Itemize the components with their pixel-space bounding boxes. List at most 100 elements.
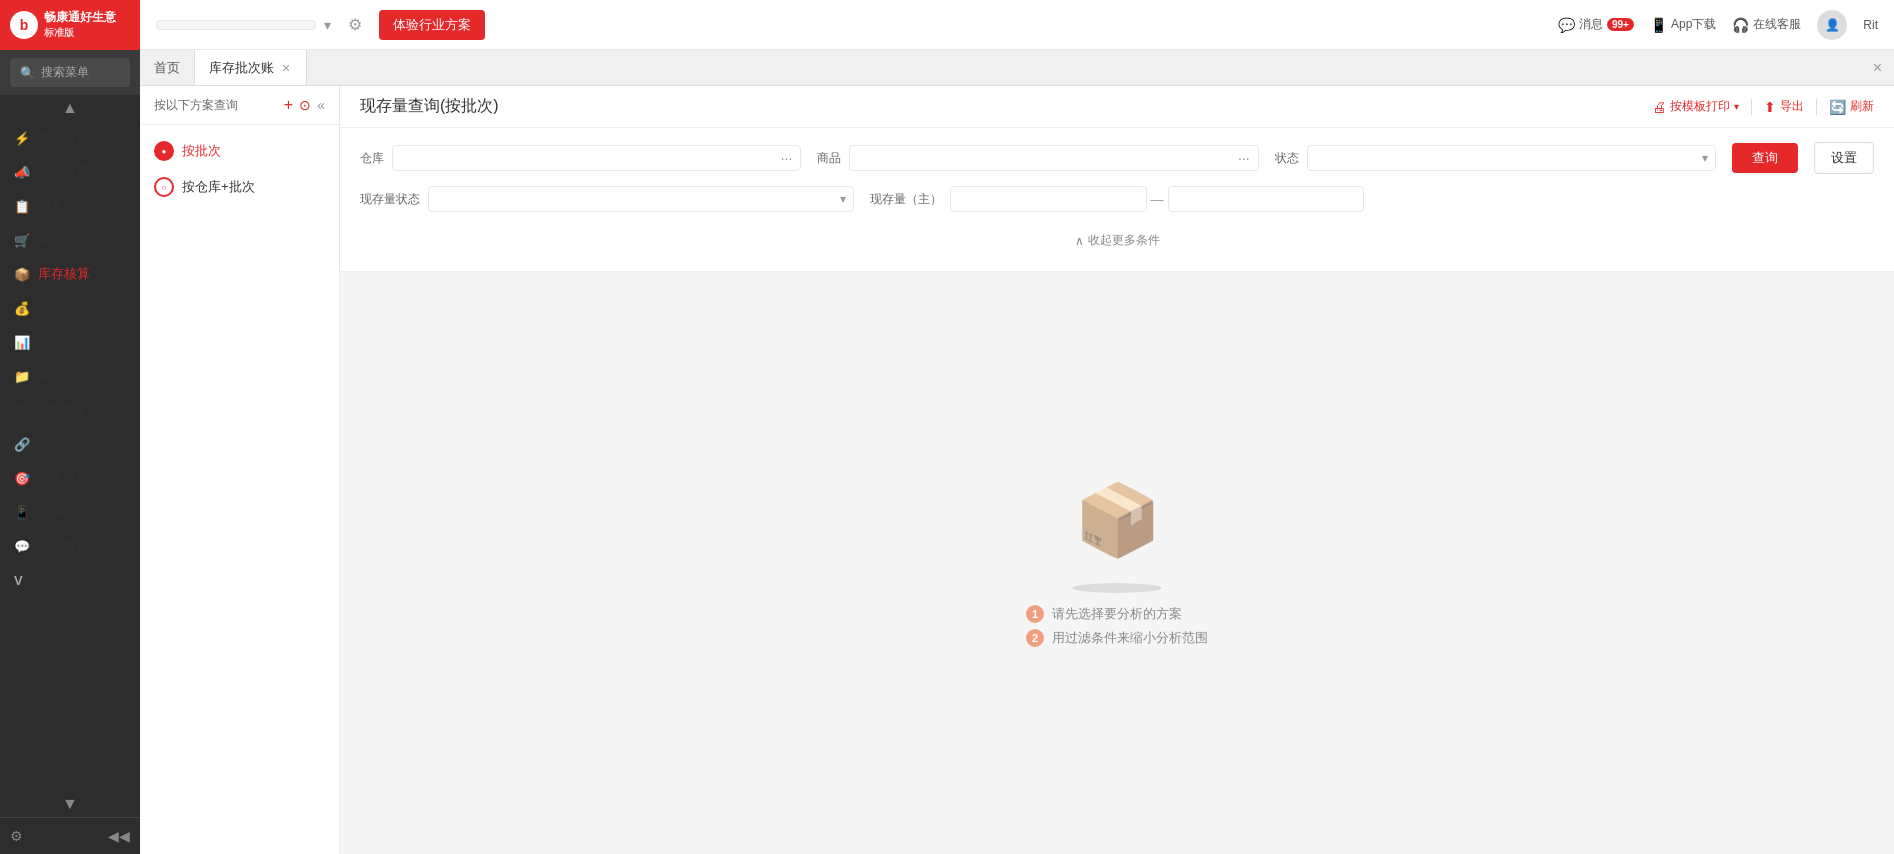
- product-more-icon[interactable]: ···: [1230, 150, 1258, 166]
- warehouse-input-wrapper: ···: [392, 145, 801, 171]
- status-select[interactable]: [1307, 145, 1716, 171]
- sidebar-footer-collapse-button[interactable]: ◀◀: [108, 828, 130, 844]
- app-download-action[interactable]: 📱 App下载: [1650, 16, 1716, 33]
- warehouse-filter-group: 仓库 ···: [360, 145, 801, 171]
- topbar-gear-button[interactable]: ⚙: [339, 9, 371, 41]
- inventory-status-select[interactable]: [428, 186, 854, 212]
- tab-panel-close-button[interactable]: ×: [1861, 59, 1894, 77]
- app-name-block: 畅康通好生意 标准版: [44, 10, 116, 40]
- sidebar-label-purchase: 采购管理: [38, 231, 90, 249]
- sidebar-item-finance[interactable]: 💰 资金管理: [0, 291, 140, 325]
- sidebar-label-basic: 基础信息: [38, 367, 90, 385]
- sidebar-item-enterprise[interactable]: 🔗 企业协同: [0, 427, 140, 461]
- sidebar-footer-settings-button[interactable]: ⚙: [10, 828, 23, 844]
- topbar-dropdown-button[interactable]: ▾: [324, 17, 331, 33]
- sidebar-label-finance: 资金管理: [38, 299, 90, 317]
- right-content: 现存量查询(按批次) 🖨 按模板打印 ▾ ⬆ 导出 🔄: [340, 86, 1894, 854]
- empty-state: 📦 1 请先选择要分析的方案 2 用过滤条件来缩小分析范围: [340, 272, 1894, 854]
- search-icon: 🔍: [20, 66, 35, 80]
- header-divider-1: [1751, 99, 1752, 115]
- sidebar-item-marketing[interactable]: 📣 营销推广: [0, 155, 140, 189]
- trial-button[interactable]: 体验行业方案: [379, 10, 485, 40]
- scheme-by-warehouse-batch[interactable]: ○ 按仓库+批次: [140, 169, 339, 205]
- refresh-label: 刷新: [1850, 98, 1874, 115]
- inventory-icon: 📦: [14, 267, 30, 282]
- collapse-icon: ∧: [1075, 234, 1084, 248]
- hint-1-text: 请先选择要分析的方案: [1052, 605, 1182, 623]
- sidebar-label-inventory: 库存核算: [38, 265, 90, 283]
- status-select-wrapper: ▾: [1307, 145, 1716, 171]
- message-action[interactable]: 💬 消息 99+: [1558, 16, 1634, 33]
- refresh-button[interactable]: 🔄 刷新: [1829, 98, 1874, 115]
- product-filter-group: 商品 ···: [817, 145, 1258, 171]
- sidebar-label-beginner: 新手引导: [38, 469, 90, 487]
- scheme-settings-button[interactable]: ⊙: [299, 96, 311, 114]
- main-area: ▾ ⚙ 体验行业方案 💬 消息 99+ 📱 App下载 🎧 在线客服 👤: [140, 0, 1894, 854]
- collapse-button[interactable]: ∧ 收起更多条件: [1075, 232, 1160, 249]
- settings-button[interactable]: 设置: [1814, 142, 1874, 174]
- operations-icon: 📊: [14, 335, 30, 350]
- search-menu-label: 搜索菜单: [41, 64, 89, 81]
- warehouse-input[interactable]: [393, 146, 773, 170]
- tab-home-label: 首页: [154, 59, 180, 77]
- tab-close-button[interactable]: ×: [280, 61, 292, 75]
- left-panel-actions: + ⊙ «: [284, 96, 325, 114]
- print-icon: 🖨: [1652, 99, 1666, 115]
- range-dash: —: [1151, 192, 1164, 207]
- sidebar-item-purchase[interactable]: 🛒 采购管理: [0, 223, 140, 257]
- system-icon: ⚙: [14, 403, 26, 418]
- quick-nav-icon: ⚡: [14, 131, 30, 146]
- sidebar-item-basic[interactable]: 📁 基础信息: [0, 359, 140, 393]
- panel-collapse-button[interactable]: «: [317, 96, 325, 114]
- warehouse-more-icon[interactable]: ···: [773, 150, 801, 166]
- topbar-search-display: [156, 20, 316, 30]
- scroll-down-button[interactable]: ▼: [0, 791, 140, 817]
- sidebar-label-enterprise-wechat: 企业微信: [38, 537, 90, 555]
- sidebar-item-system[interactable]: ⚙ 系统管理: [0, 393, 140, 427]
- tab-inventory-batch-label: 库存批次账: [209, 59, 274, 77]
- product-input[interactable]: [850, 146, 1230, 170]
- sidebar-item-sales[interactable]: 📋 销售管理: [0, 189, 140, 223]
- online-service-action[interactable]: 🎧 在线客服: [1732, 16, 1801, 33]
- sidebar-item-enterprise-wechat[interactable]: 💬 企业微信: [0, 529, 140, 563]
- scheme-by-batch-label: 按批次: [182, 142, 221, 160]
- status-filter-group: 状态 ▾: [1275, 145, 1716, 171]
- membership-icon: V: [14, 573, 23, 588]
- query-button[interactable]: 查询: [1732, 143, 1798, 173]
- hint-2-number: 2: [1026, 629, 1044, 647]
- marketing-icon: 📣: [14, 165, 30, 180]
- sidebar-label-enterprise: 企业协同: [38, 435, 90, 453]
- tab-home[interactable]: 首页: [140, 50, 195, 85]
- online-service-label: 在线客服: [1753, 16, 1801, 33]
- sidebar-item-inventory[interactable]: 📦 库存核算: [0, 257, 140, 291]
- tab-inventory-batch[interactable]: 库存批次账 ×: [195, 50, 307, 85]
- sidebar-item-operations[interactable]: 📊 经营管理: [0, 325, 140, 359]
- inventory-qty-min-input[interactable]: [950, 186, 1147, 212]
- sidebar-label-marketing: 营销推广: [38, 163, 90, 181]
- scheme-by-batch[interactable]: ● 按批次: [140, 133, 339, 169]
- scroll-up-button[interactable]: ▲: [0, 95, 140, 121]
- left-panel-title: 按以下方案查询: [154, 97, 238, 114]
- basic-icon: 📁: [14, 369, 30, 384]
- search-menu-button[interactable]: 🔍 搜索菜单: [10, 58, 130, 87]
- hint-1-number: 1: [1026, 605, 1044, 623]
- scheme-inactive-icon: ○: [154, 177, 174, 197]
- empty-shadow: [1072, 583, 1162, 593]
- sidebar-item-membership[interactable]: V 畅会员: [0, 563, 140, 597]
- empty-hint-1: 1 请先选择要分析的方案: [1026, 605, 1208, 623]
- sidebar-item-app-center[interactable]: 📱 应用中心: [0, 495, 140, 529]
- add-scheme-button[interactable]: +: [284, 96, 293, 114]
- sidebar-label-quick-nav: 快捷导航: [38, 129, 90, 147]
- print-button[interactable]: 🖨 按模板打印 ▾: [1652, 98, 1739, 115]
- inventory-status-label: 现存量状态: [360, 191, 420, 208]
- inventory-qty-max-input[interactable]: [1168, 186, 1365, 212]
- product-input-wrapper: ···: [849, 145, 1258, 171]
- collapse-label: 收起更多条件: [1088, 232, 1160, 249]
- export-label: 导出: [1780, 98, 1804, 115]
- sidebar-item-quick-nav[interactable]: ⚡ 快捷导航: [0, 121, 140, 155]
- sidebar-item-beginner[interactable]: 🎯 新手引导: [0, 461, 140, 495]
- export-button[interactable]: ⬆ 导出: [1764, 98, 1804, 115]
- app-download-label: App下载: [1671, 16, 1716, 33]
- inventory-qty-filter-group: 现存量（主） —: [870, 186, 1364, 212]
- user-avatar[interactable]: 👤: [1817, 10, 1847, 40]
